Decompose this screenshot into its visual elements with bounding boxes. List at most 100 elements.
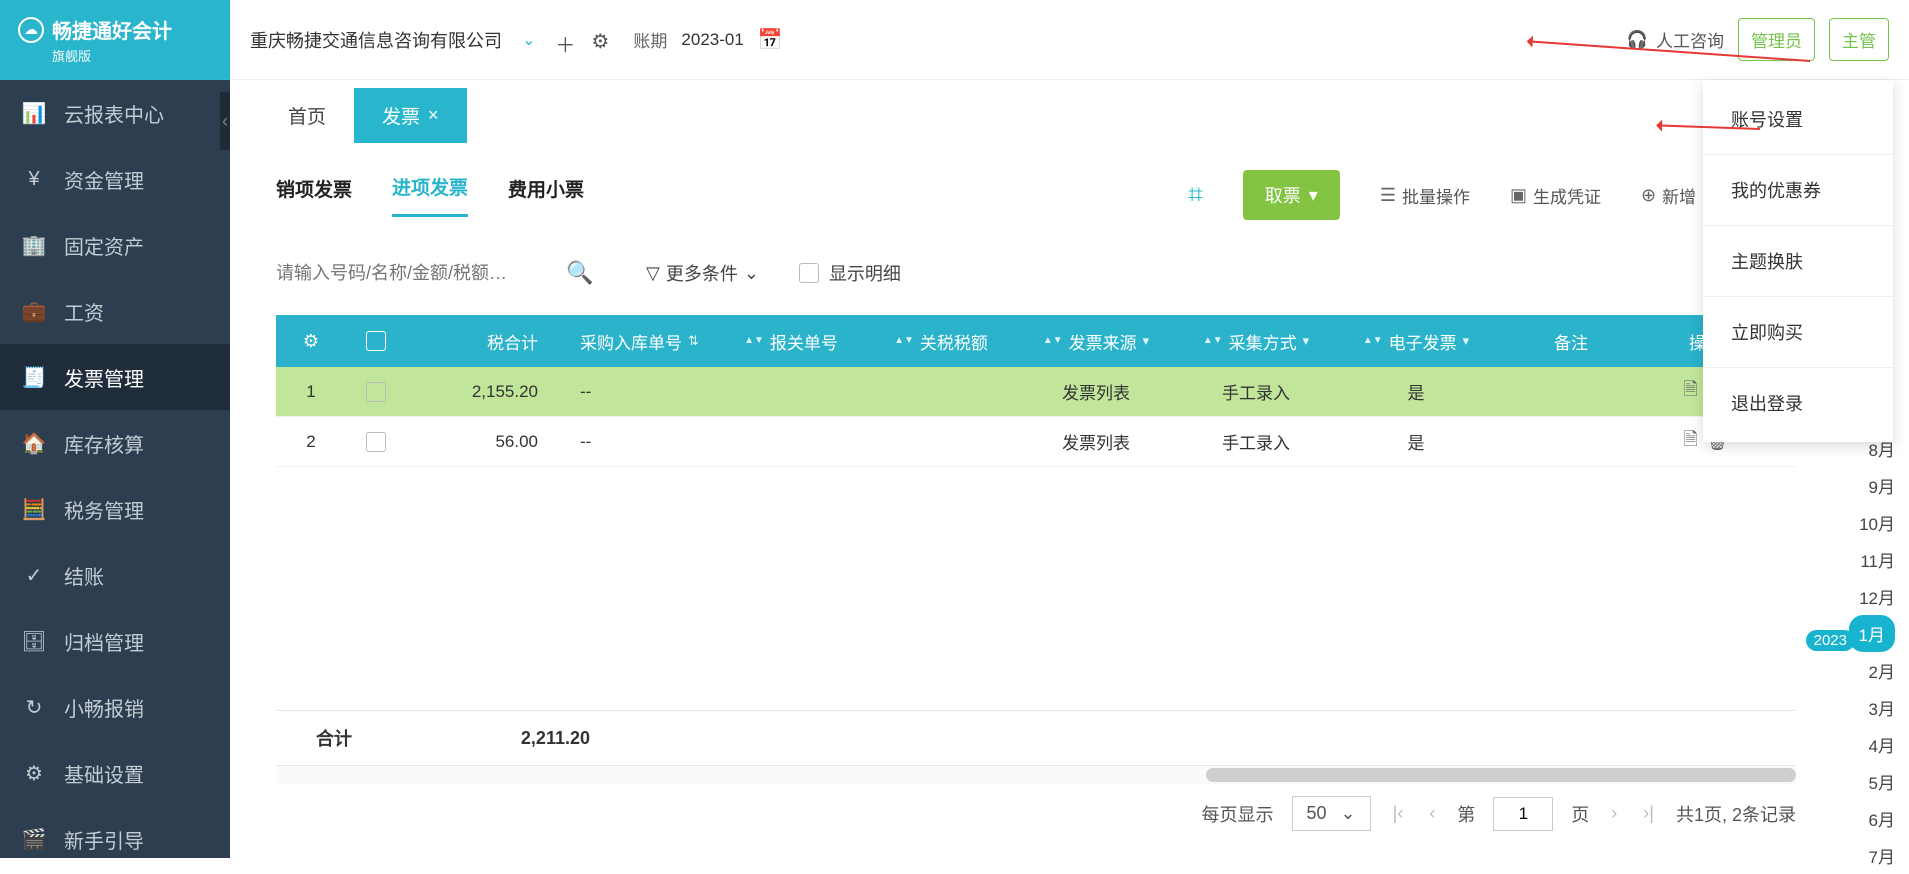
th-tax-total-label: 税合计	[487, 329, 538, 354]
menu-logout[interactable]: 退出登录	[1703, 368, 1893, 438]
batch-action[interactable]: ☰批量操作	[1380, 183, 1470, 208]
add-icon[interactable]: ＋	[555, 29, 577, 51]
per-page-select[interactable]: 50 ⌄	[1292, 796, 1371, 831]
cell-source: 发票列表	[1016, 417, 1176, 466]
user-menu: 账号设置 我的优惠券 主题换肤 立即购买 退出登录	[1703, 80, 1893, 442]
h-scrollbar[interactable]	[276, 766, 1796, 784]
get-invoice-button[interactable]: 取票 ▾	[1243, 170, 1340, 220]
month-4月[interactable]: 4月	[1847, 726, 1895, 763]
subtab-purchase[interactable]: 进项发票	[392, 173, 468, 217]
page-suffix: 页	[1571, 801, 1589, 827]
summary-tax-total: 2,211.20	[456, 728, 616, 749]
month-2月[interactable]: 2月	[1847, 652, 1895, 689]
filter-icon[interactable]: ▾	[1303, 333, 1310, 349]
pager-prev[interactable]: ‹	[1425, 803, 1439, 824]
brand-cloud-icon: ☁	[18, 17, 44, 43]
table-row[interactable]: 2 56.00 -- 发票列表 手工录入 是 🗎 🗑	[276, 417, 1796, 467]
menu-coupons[interactable]: 我的优惠券	[1703, 155, 1893, 225]
month-3月[interactable]: 3月	[1847, 689, 1895, 726]
menu-buy[interactable]: 立即购买	[1703, 297, 1893, 367]
sidebar-collapse[interactable]: ‹	[220, 92, 230, 150]
subtab-expense[interactable]: 费用小票	[508, 175, 584, 216]
menu-account-settings[interactable]: 账号设置	[1703, 84, 1893, 154]
nav-item-stock[interactable]: 🏠库存核算	[0, 410, 230, 476]
gen-voucher[interactable]: ▣生成凭证	[1510, 183, 1601, 208]
filter-icon[interactable]: ▾	[1463, 333, 1470, 349]
month-9月[interactable]: 9月	[1847, 467, 1895, 504]
month-6月[interactable]: 6月	[1847, 800, 1895, 837]
th-einv[interactable]: ▲▼电子发票▾	[1336, 315, 1496, 367]
sort-icon[interactable]: ▲▼	[894, 338, 914, 344]
checkbox-icon[interactable]	[799, 263, 819, 283]
filter-icon[interactable]: ⇅	[688, 333, 699, 349]
month-7月[interactable]: 7月	[1847, 837, 1895, 874]
th-collect-label: 采集方式	[1229, 329, 1297, 354]
sort-icon[interactable]: ▲▼	[1363, 338, 1383, 344]
nav-item-guide[interactable]: 🎬新手引导	[0, 806, 230, 872]
th-declare-no[interactable]: ▲▼ 报关单号	[716, 315, 866, 367]
filter-icon[interactable]: ▾	[1143, 333, 1150, 349]
month-12月[interactable]: 12月	[1847, 578, 1895, 615]
cell-einv: 是	[1336, 417, 1496, 466]
chevron-down-icon: ⌄	[1341, 803, 1356, 824]
pager-first[interactable]: |‹	[1389, 803, 1408, 824]
company-dropdown-icon[interactable]: ⌄	[516, 30, 541, 50]
th-tax-total[interactable]: 税合计	[406, 315, 566, 367]
subtab-sales[interactable]: 销项发票	[276, 175, 352, 216]
nav-item-close[interactable]: ✓结账	[0, 542, 230, 608]
show-detail-toggle[interactable]: 显示明细	[799, 260, 901, 286]
calendar-icon[interactable]: 📅	[758, 27, 783, 52]
nav-item-archive[interactable]: 🗄归档管理	[0, 608, 230, 674]
row-checkbox[interactable]	[366, 382, 386, 402]
month-11月[interactable]: 11月	[1847, 541, 1895, 578]
column-settings-icon[interactable]: ⚙	[303, 331, 319, 352]
nav-item-report[interactable]: 📊云报表中心	[0, 80, 230, 146]
th-purchase-no[interactable]: 采购入库单号⇅	[566, 315, 716, 367]
th-declare-no-label: 报关单号	[770, 329, 838, 354]
nav-item-salary[interactable]: 💼工资	[0, 278, 230, 344]
h-scrollbar-thumb[interactable]	[1206, 768, 1796, 782]
nav-item-tax[interactable]: 🧮税务管理	[0, 476, 230, 542]
th-remark[interactable]: 备注	[1496, 315, 1646, 367]
month-5月[interactable]: 5月	[1847, 763, 1895, 800]
gear-icon[interactable]: ⚙	[591, 29, 613, 51]
nav-item-funds[interactable]: ¥资金管理	[0, 146, 230, 212]
tab-home[interactable]: 首页	[260, 88, 354, 143]
tab-close-icon[interactable]: ×	[428, 105, 439, 126]
tab-invoice[interactable]: 发票 ×	[354, 88, 467, 143]
page-prefix: 第	[1457, 801, 1475, 827]
funnel-icon: ▽	[646, 263, 660, 284]
page-input[interactable]	[1493, 797, 1553, 831]
menu-theme[interactable]: 主题换肤	[1703, 226, 1893, 296]
more-conditions[interactable]: ▽ 更多条件 ⌄	[646, 260, 759, 286]
th-collect[interactable]: ▲▼ 采集方式 ▾	[1176, 315, 1336, 367]
sort-icon[interactable]: ▲▼	[1203, 338, 1223, 344]
view-icon[interactable]: 🗎	[1683, 377, 1697, 407]
select-all-checkbox[interactable]	[366, 331, 386, 351]
cell-tariff	[866, 367, 1016, 416]
nav-item-settings[interactable]: ⚙基础设置	[0, 740, 230, 806]
sort-icon[interactable]: ▲▼	[1043, 338, 1063, 344]
role-pill[interactable]: 主管	[1829, 18, 1889, 61]
admin-pill[interactable]: 管理员	[1738, 18, 1815, 61]
nav-item-report2[interactable]: ↻小畅报销	[0, 674, 230, 740]
add-action[interactable]: ⊕新增	[1641, 183, 1696, 208]
nav-item-invoice[interactable]: 🧾发票管理	[0, 344, 230, 410]
nav-item-asset[interactable]: 🏢固定资产	[0, 212, 230, 278]
sort-icon[interactable]: ▲▼	[744, 338, 764, 344]
summary-label: 合计	[276, 725, 456, 751]
pager-last[interactable]: ›|	[1639, 803, 1658, 824]
view-icon[interactable]: 🗎	[1683, 427, 1697, 457]
month-10月[interactable]: 10月	[1847, 504, 1895, 541]
search-icon[interactable]: 🔍	[566, 260, 593, 286]
th-tariff[interactable]: ▲▼关税税额	[866, 315, 1016, 367]
qr-icon[interactable]: ⌗	[1188, 179, 1203, 211]
th-source[interactable]: ▲▼发票来源▾	[1016, 315, 1176, 367]
pager-next[interactable]: ›	[1607, 803, 1621, 824]
search-input[interactable]	[276, 263, 556, 284]
subtabs-row: 销项发票 进项发票 费用小票 ⌗ 取票 ▾ ☰批量操作 ▣生成凭证 ⊕新增 ▷视…	[276, 170, 1885, 220]
row-checkbox[interactable]	[366, 432, 386, 452]
month-1月[interactable]: 1月	[1849, 615, 1895, 652]
table-row[interactable]: 1 2,155.20 -- 发票列表 手工录入 是 🗎 🗑	[276, 367, 1796, 417]
settings-icon: ⚙	[22, 761, 46, 785]
